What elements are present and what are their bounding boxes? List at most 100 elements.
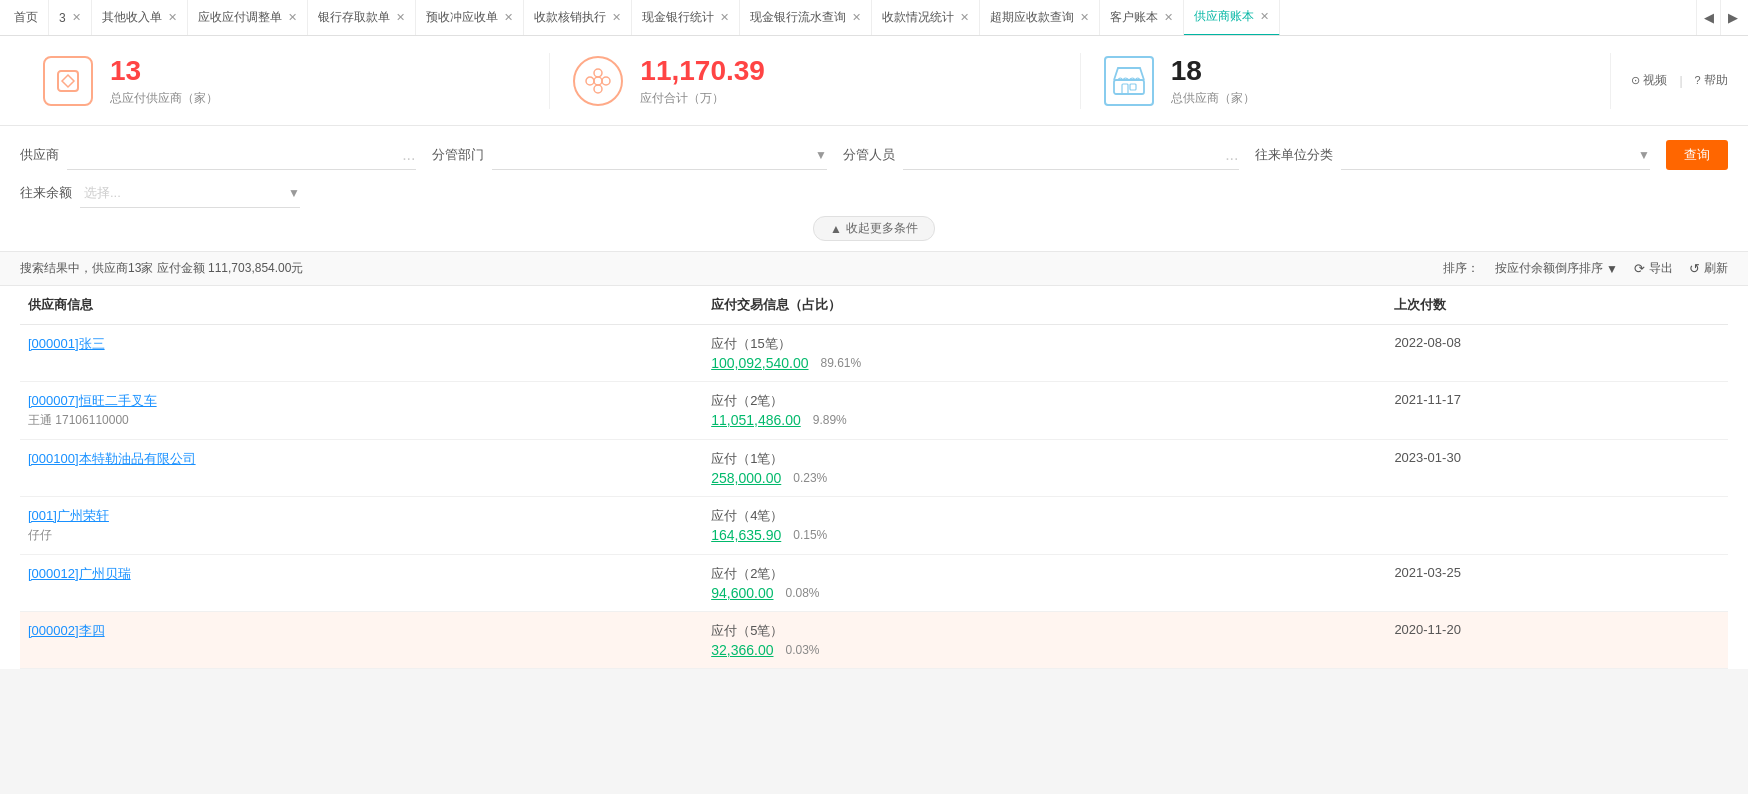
person-input[interactable]	[903, 140, 1225, 170]
tx-amount[interactable]: 32,366.00	[711, 642, 773, 658]
supplier-label: 供应商	[20, 146, 59, 164]
nav-tab-adjustment[interactable]: 应收应付调整单 ✕	[188, 0, 308, 36]
supplier-link[interactable]: [000012]广州贝瑞	[28, 566, 131, 581]
nav-tab-supplier-ledger[interactable]: 供应商账本 ✕	[1184, 0, 1280, 36]
close-icon[interactable]: ✕	[396, 11, 405, 24]
category-input[interactable]	[1341, 140, 1639, 170]
top-navigation: 首页 3 ✕ 其他收入单 ✕ 应收应付调整单 ✕ 银行存取款单 ✕ 预收冲应收单…	[0, 0, 1748, 36]
close-icon[interactable]: ✕	[852, 11, 861, 24]
nav-tab-cash-stats[interactable]: 现金银行统计 ✕	[632, 0, 740, 36]
stat-block-payable-total: 11,170.39 应付合计（万）	[550, 53, 1080, 109]
tx-amount[interactable]: 258,000.00	[711, 470, 781, 486]
supplier-input[interactable]	[67, 140, 402, 170]
sort-label: 排序：	[1443, 260, 1479, 277]
nav-prev-arrow[interactable]: ◀	[1696, 0, 1720, 36]
collapse-button[interactable]: ▲ 收起更多条件	[813, 216, 935, 241]
help-link[interactable]: ? 帮助	[1695, 72, 1728, 89]
nav-tab-other-income[interactable]: 其他收入单 ✕	[92, 0, 188, 36]
supplier-link[interactable]: [001]广州荣轩	[28, 508, 109, 523]
tx-amount[interactable]: 11,051,486.00	[711, 412, 801, 428]
nav-tab-overdue-label: 超期应收款查询	[990, 9, 1074, 26]
nav-tab-customer-ledger-label: 客户账本	[1110, 9, 1158, 26]
tx-percentage: 89.61%	[821, 356, 862, 370]
person-dots-icon[interactable]: ...	[1225, 146, 1238, 164]
supplier-dots-icon[interactable]: ...	[402, 146, 415, 164]
close-icon[interactable]: ✕	[168, 11, 177, 24]
nav-tab-cash-flow[interactable]: 现金银行流水查询 ✕	[740, 0, 872, 36]
video-link[interactable]: ⊙ 视频	[1631, 72, 1667, 89]
col-supplier-info: 供应商信息	[20, 286, 703, 325]
nav-tab-collection-label: 收款核销执行	[534, 9, 606, 26]
table-container[interactable]: 供应商信息 应付交易信息（占比） 上次付数 [000001]张三应付（15笔）1…	[20, 286, 1728, 669]
tx-amount[interactable]: 100,092,540.00	[711, 355, 808, 371]
supplier-link[interactable]: [000002]李四	[28, 623, 105, 638]
supplier-sub-info: 王通 17106110000	[28, 412, 695, 429]
category-filter: 往来单位分类 ▼	[1255, 140, 1651, 170]
divider: |	[1679, 74, 1682, 88]
result-actions: 排序： 按应付余额倒序排序 ▼ ⟳ 导出 ↺ 刷新	[1443, 260, 1728, 277]
store-icon	[1101, 53, 1157, 109]
query-button[interactable]: 查询	[1666, 140, 1728, 170]
supplier-link[interactable]: [000001]张三	[28, 336, 105, 351]
nav-tab-advance[interactable]: 预收冲应收单 ✕	[416, 0, 524, 36]
stat-block-payable-suppliers: 13 总应付供应商（家）	[20, 53, 550, 109]
category-chevron-icon[interactable]: ▼	[1638, 148, 1650, 162]
close-icon[interactable]: ✕	[1260, 10, 1269, 23]
svg-rect-7	[1122, 84, 1128, 94]
nav-tab-3-label: 3	[59, 11, 66, 25]
tx-amount[interactable]: 164,635.90	[711, 527, 781, 543]
balance-input[interactable]	[80, 178, 288, 208]
tx-label: 应付（15笔）	[711, 335, 1378, 353]
filter-row-1: 供应商 ... 分管部门 ▼ 分管人员 ... 往来单位分类 ▼	[20, 140, 1728, 170]
close-icon[interactable]: ✕	[1080, 11, 1089, 24]
tx-info-cell: 应付（1笔）258,000.000.23%	[703, 440, 1386, 497]
balance-filter: 往来余额 ▼	[20, 178, 300, 208]
stat-info-payable-total: 11,170.39 应付合计（万）	[640, 54, 765, 107]
supplier-info-cell: [001]广州荣轩仔仔	[20, 497, 703, 555]
supplier-info-cell: [000001]张三	[20, 325, 703, 382]
tx-info-cell: 应付（4笔）164,635.900.15%	[703, 497, 1386, 555]
col-last-pay: 上次付数	[1386, 286, 1728, 325]
diamond-icon	[40, 53, 96, 109]
nav-tab-customer-ledger[interactable]: 客户账本 ✕	[1100, 0, 1184, 36]
balance-chevron-icon[interactable]: ▼	[288, 186, 300, 200]
dept-filter: 分管部门 ▼	[432, 140, 828, 170]
close-icon[interactable]: ✕	[960, 11, 969, 24]
close-icon[interactable]: ✕	[72, 11, 81, 24]
tx-percentage: 9.89%	[813, 413, 847, 427]
last-pay-cell: 2021-11-17	[1386, 382, 1728, 440]
category-input-wrap: ▼	[1341, 140, 1651, 170]
svg-point-5	[602, 77, 610, 85]
person-filter: 分管人员 ...	[843, 140, 1239, 170]
export-button[interactable]: ⟳ 导出	[1634, 260, 1673, 277]
sort-select[interactable]: 按应付余额倒序排序 ▼	[1495, 260, 1618, 277]
nav-tab-advance-label: 预收冲应收单	[426, 9, 498, 26]
nav-tab-supplier-ledger-label: 供应商账本	[1194, 8, 1254, 25]
collapse-chevron-icon: ▲	[830, 222, 842, 236]
dept-input[interactable]	[492, 140, 816, 170]
supplier-info-cell: [000002]李四	[20, 612, 703, 669]
supplier-link[interactable]: [000007]恒旺二手叉车	[28, 393, 157, 408]
refresh-button[interactable]: ↺ 刷新	[1689, 260, 1728, 277]
nav-tab-home-label: 首页	[14, 9, 38, 26]
nav-tab-collection[interactable]: 收款核销执行 ✕	[524, 0, 632, 36]
close-icon[interactable]: ✕	[1164, 11, 1173, 24]
tx-amount[interactable]: 94,600.00	[711, 585, 773, 601]
dept-chevron-icon[interactable]: ▼	[815, 148, 827, 162]
nav-tab-bank-deposit[interactable]: 银行存取款单 ✕	[308, 0, 416, 36]
nav-tab-collect-stats[interactable]: 收款情况统计 ✕	[872, 0, 980, 36]
stat-number-total: 11,170.39	[640, 54, 765, 88]
supplier-link[interactable]: [000100]本特勒油品有限公司	[28, 451, 196, 466]
nav-tab-home[interactable]: 首页	[4, 0, 49, 36]
balance-label: 往来余额	[20, 184, 72, 202]
close-icon[interactable]: ✕	[720, 11, 729, 24]
nav-tab-overdue[interactable]: 超期应收款查询 ✕	[980, 0, 1100, 36]
nav-tab-3[interactable]: 3 ✕	[49, 0, 92, 36]
nav-tab-collect-stats-label: 收款情况统计	[882, 9, 954, 26]
supplier-sub-info: 仔仔	[28, 527, 695, 544]
close-icon[interactable]: ✕	[288, 11, 297, 24]
close-icon[interactable]: ✕	[504, 11, 513, 24]
close-icon[interactable]: ✕	[612, 11, 621, 24]
tx-info-cell: 应付（5笔）32,366.000.03%	[703, 612, 1386, 669]
nav-next-arrow[interactable]: ▶	[1720, 0, 1744, 36]
